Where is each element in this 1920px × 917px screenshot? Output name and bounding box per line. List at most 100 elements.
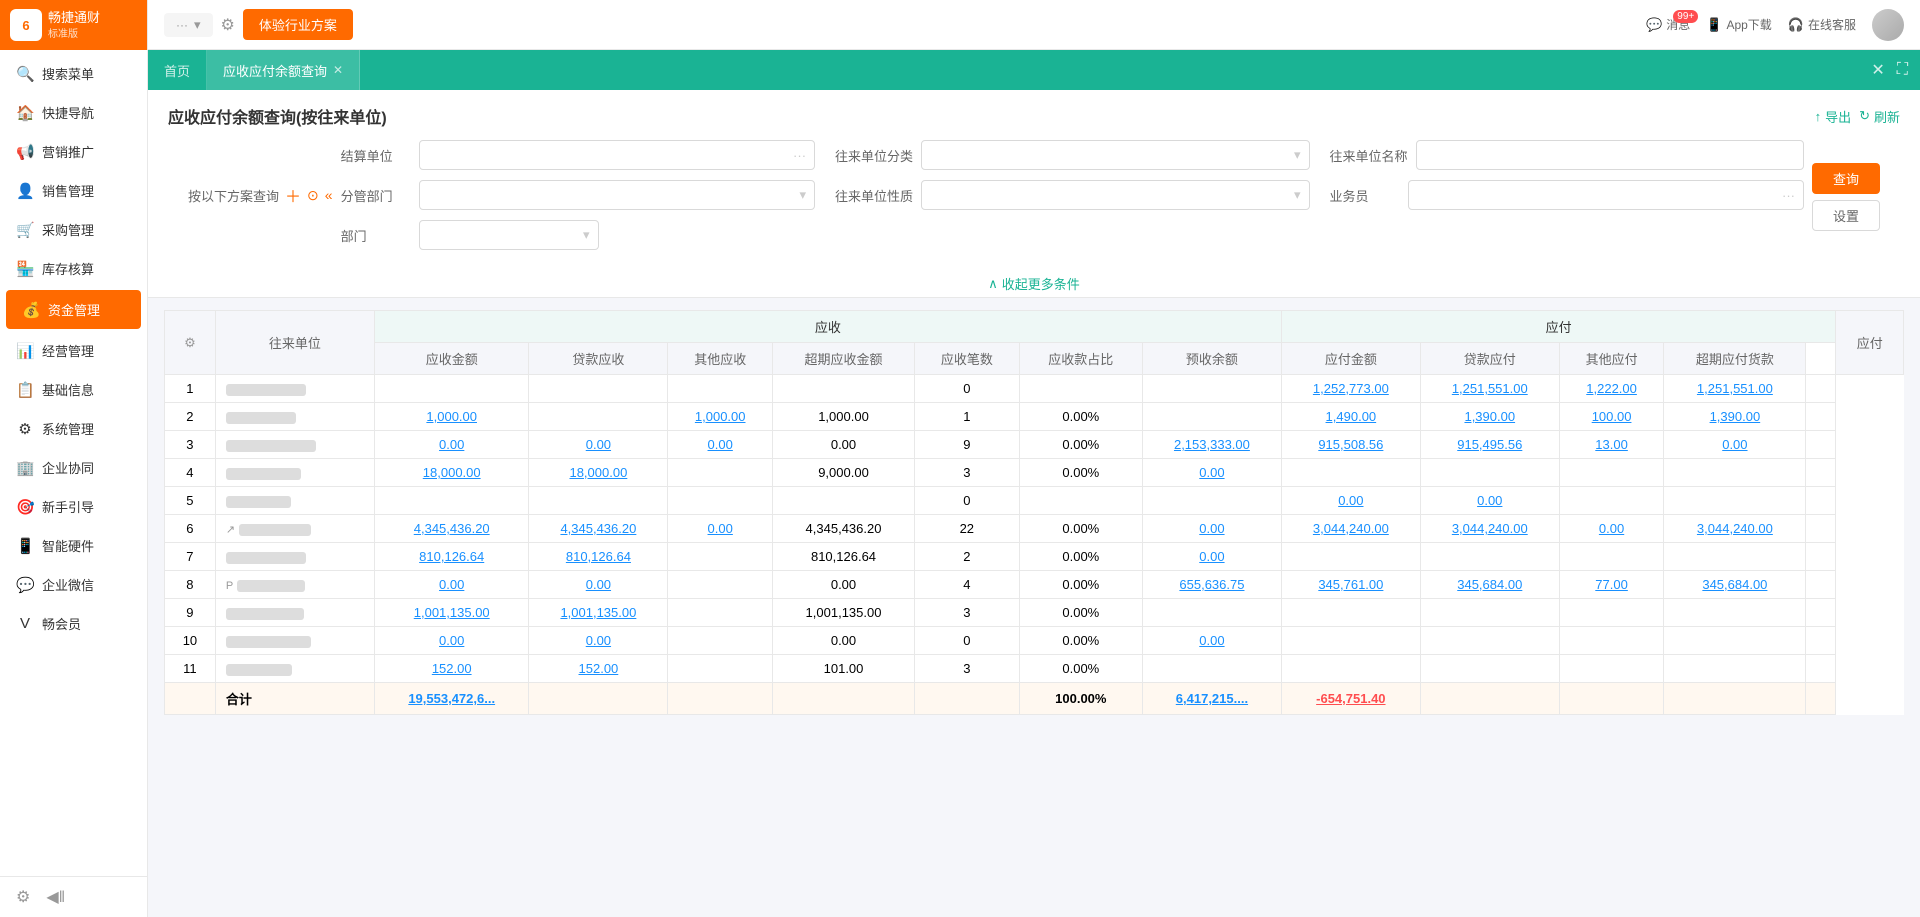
sidebar-item-system[interactable]: ⚙ 系统管理	[0, 409, 147, 448]
filter-division-input[interactable]: ▾	[419, 180, 815, 210]
td-val-link[interactable]: 1,001,135.00	[529, 599, 668, 627]
td-val-link[interactable]: 3,044,240.00	[1281, 515, 1420, 543]
td-val[interactable]	[1420, 655, 1559, 683]
td-val[interactable]	[1664, 543, 1806, 571]
td-val-link[interactable]: 4,345,436.20	[374, 515, 528, 543]
td-val-link[interactable]: 0.00	[1142, 515, 1281, 543]
sidebar-item-purchase[interactable]: 🛒 采购管理	[0, 210, 147, 249]
filter-settlement-input[interactable]: ···	[419, 140, 815, 170]
td-val[interactable]	[1420, 543, 1559, 571]
td-val-link[interactable]: 915,508.56	[1281, 431, 1420, 459]
td-val-link[interactable]: 1,252,773.00	[1281, 375, 1420, 403]
td-val[interactable]	[529, 375, 668, 403]
td-val[interactable]	[1664, 655, 1806, 683]
td-val[interactable]	[668, 627, 773, 655]
topbar-path[interactable]: ··· ▾	[164, 13, 213, 37]
td-val-link[interactable]: 0.00	[668, 515, 773, 543]
sidebar-item-base[interactable]: 📋 基础信息	[0, 370, 147, 409]
td-val[interactable]	[529, 403, 668, 431]
td-val-link[interactable]: 3,044,240.00	[1420, 515, 1559, 543]
td-val-link[interactable]: 3,044,240.00	[1664, 515, 1806, 543]
td-val-link[interactable]: 18,000.00	[374, 459, 528, 487]
td-val[interactable]	[1559, 599, 1664, 627]
td-val-link[interactable]: 345,684.00	[1664, 571, 1806, 599]
td-val[interactable]	[374, 487, 528, 515]
th-gear[interactable]: ⚙	[165, 311, 216, 375]
sidebar-item-hardware[interactable]: 📱 智能硬件	[0, 526, 147, 565]
td-val-link[interactable]: 0.00	[668, 431, 773, 459]
user-avatar[interactable]	[1872, 9, 1904, 41]
app-download-btn[interactable]: 📱 App下载	[1706, 16, 1772, 33]
td-val[interactable]	[1142, 599, 1281, 627]
sidebar-item-quick-nav[interactable]: 🏠 快捷导航	[0, 93, 147, 132]
td-val-link[interactable]: 0.00	[374, 571, 528, 599]
td-val[interactable]	[1664, 599, 1806, 627]
filter-collapse-icon[interactable]: «	[325, 187, 333, 203]
td-val[interactable]	[1420, 599, 1559, 627]
sidebar-item-marketing[interactable]: 📢 营销推广	[0, 132, 147, 171]
cta-button[interactable]: 体验行业方案	[243, 9, 353, 40]
td-val-link[interactable]: 810,126.64	[374, 543, 528, 571]
td-val-link[interactable]: 0.00	[1142, 459, 1281, 487]
sidebar-item-capital[interactable]: 💰 资金管理	[6, 290, 141, 329]
td-val-link[interactable]: 0.00	[529, 571, 668, 599]
td-val[interactable]	[374, 375, 528, 403]
tab-home[interactable]: 首页	[148, 50, 207, 90]
td-val-link[interactable]: 1,390.00	[1664, 403, 1806, 431]
td-val[interactable]	[1281, 627, 1420, 655]
query-button[interactable]: 查询	[1812, 163, 1880, 194]
td-val-link[interactable]: 152.00	[374, 655, 528, 683]
sidebar-item-guide[interactable]: 🎯 新手引导	[0, 487, 147, 526]
settings-bottom-icon[interactable]: ⚙	[16, 887, 30, 907]
messages-btn[interactable]: 💬 消息 99+	[1646, 16, 1690, 33]
filter-collapse-btn[interactable]: ∧ 收起更多条件	[168, 270, 1900, 297]
td-val[interactable]	[1420, 459, 1559, 487]
td-val[interactable]	[1281, 655, 1420, 683]
td-val[interactable]	[1559, 655, 1664, 683]
td-val-link[interactable]: 0.00	[1664, 431, 1806, 459]
footer-payable-total[interactable]: -654,751.40	[1281, 683, 1420, 715]
td-val[interactable]	[1559, 543, 1664, 571]
sidebar-item-weixin[interactable]: 💬 企业微信	[0, 565, 147, 604]
td-val-link[interactable]: 4,345,436.20	[529, 515, 668, 543]
td-val-link[interactable]: 1,490.00	[1281, 403, 1420, 431]
td-val-link[interactable]: 0.00	[1420, 487, 1559, 515]
td-val-link[interactable]: 1,251,551.00	[1420, 375, 1559, 403]
sidebar-item-member[interactable]: V 畅会员	[0, 604, 147, 643]
expand-tab-icon[interactable]: ⛶	[1897, 61, 1908, 79]
td-val[interactable]	[1664, 487, 1806, 515]
td-val[interactable]	[1664, 627, 1806, 655]
td-val-link[interactable]: 655,636.75	[1142, 571, 1281, 599]
collapse-sidebar-icon[interactable]: ◀‖	[46, 887, 65, 907]
td-val[interactable]	[668, 487, 773, 515]
filter-customer-type-input[interactable]: ▾	[921, 140, 1309, 170]
td-val[interactable]	[529, 487, 668, 515]
filter-add-icon[interactable]: ＋	[285, 183, 301, 207]
td-val[interactable]	[1559, 459, 1664, 487]
td-val-link[interactable]: 0.00	[1559, 515, 1664, 543]
sidebar-item-search[interactable]: 🔍 搜索菜单	[0, 54, 147, 93]
sidebar-item-inventory[interactable]: 🏪 库存核算	[0, 249, 147, 288]
td-val[interactable]	[668, 655, 773, 683]
td-val-link[interactable]: 152.00	[529, 655, 668, 683]
filter-edit-icon[interactable]: ⊙	[307, 187, 319, 204]
td-val-link[interactable]: 0.00	[1281, 487, 1420, 515]
tab-receivable[interactable]: 应收应付余额查询 ✕	[207, 50, 360, 90]
td-val[interactable]	[1559, 487, 1664, 515]
td-val[interactable]	[1281, 459, 1420, 487]
td-val-link[interactable]: 2,153,333.00	[1142, 431, 1281, 459]
td-val[interactable]	[668, 543, 773, 571]
td-val[interactable]	[668, 375, 773, 403]
td-val-link[interactable]: 915,495.56	[1420, 431, 1559, 459]
td-val[interactable]	[668, 599, 773, 627]
td-val[interactable]	[668, 459, 773, 487]
refresh-button[interactable]: ↻ 刷新	[1859, 107, 1900, 126]
td-val[interactable]	[668, 571, 773, 599]
td-val-link[interactable]: 345,684.00	[1420, 571, 1559, 599]
footer-receivable-total[interactable]: 19,553,472,6...	[374, 683, 528, 715]
td-val-link[interactable]: 1,000.00	[374, 403, 528, 431]
tab-close-icon[interactable]: ✕	[333, 63, 343, 77]
td-val-link[interactable]: 100.00	[1559, 403, 1664, 431]
td-val-link[interactable]: 0.00	[374, 627, 528, 655]
td-val[interactable]	[1142, 655, 1281, 683]
